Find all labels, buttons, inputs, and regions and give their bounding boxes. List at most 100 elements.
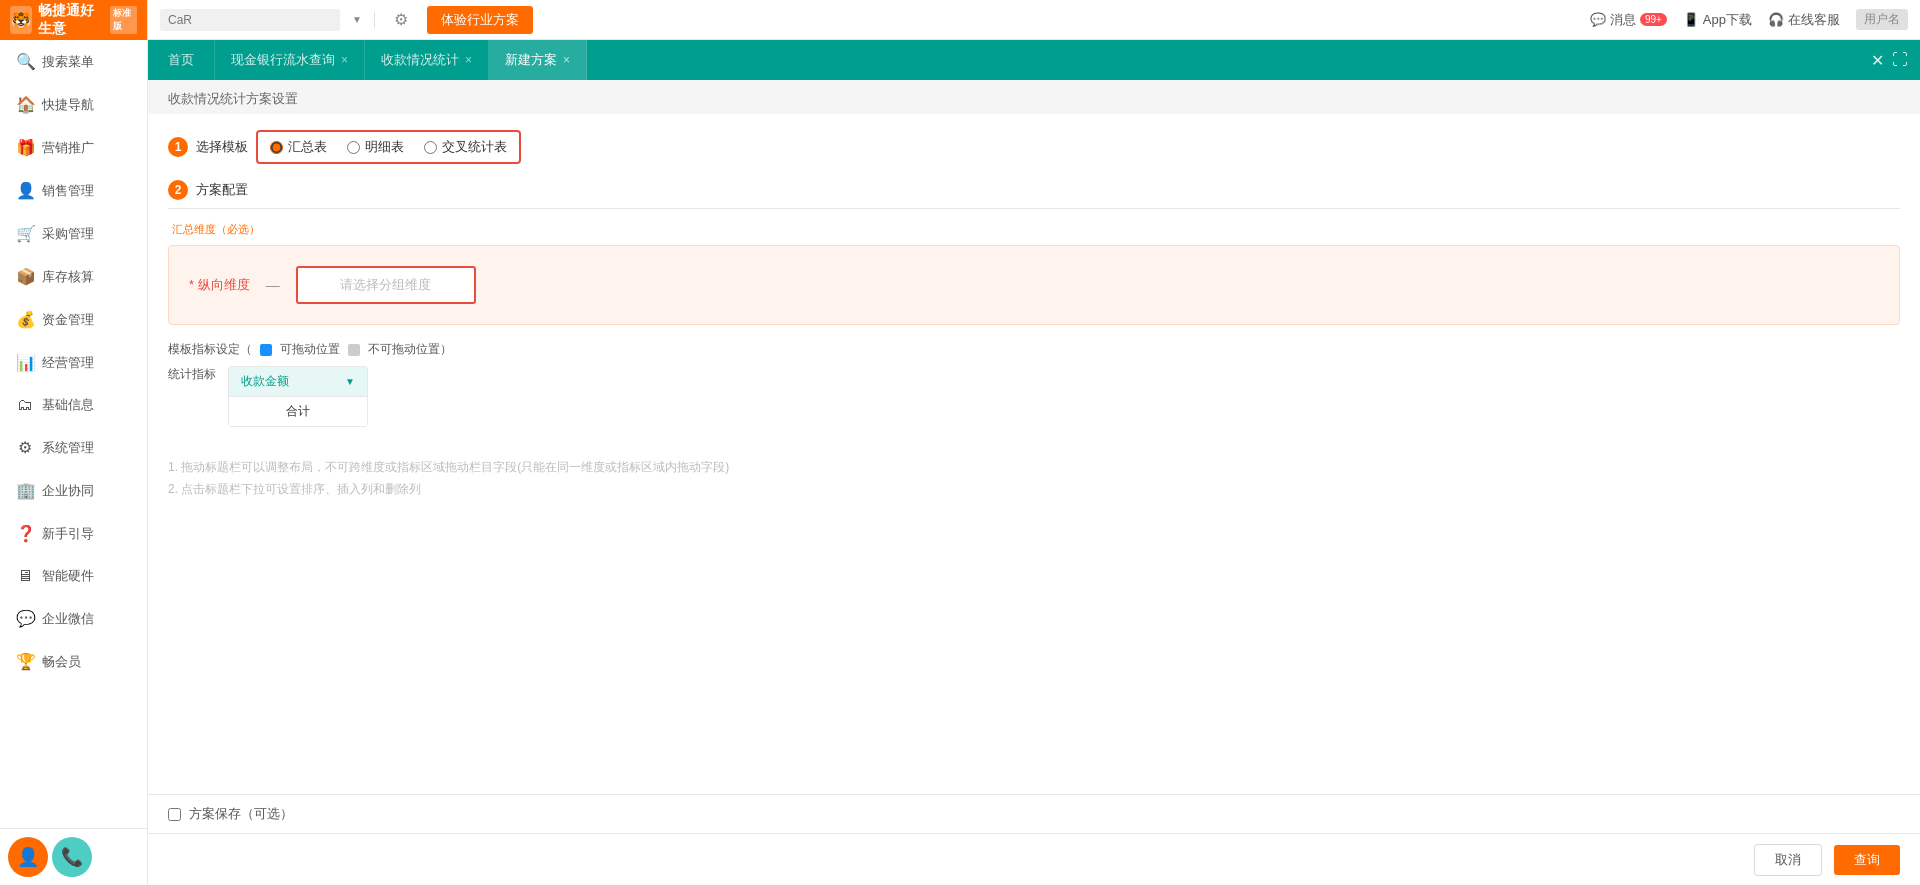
radio-cross-input[interactable] (424, 141, 437, 154)
step1-title: 选择模板 (196, 138, 248, 156)
sidebar-item-finance[interactable]: 💰 资金管理 (0, 298, 147, 341)
cart-icon: 🛒 (16, 224, 34, 243)
non-draggable-badge (348, 344, 360, 356)
sidebar-item-sales[interactable]: 👤 销售管理 (0, 169, 147, 212)
sidebar-item-newbie[interactable]: ❓ 新手引导 (0, 512, 147, 555)
chevron-down-icon[interactable]: ▼ (345, 376, 355, 387)
footer-bar: 取消 查询 (148, 833, 1920, 885)
save-label: 方案保存（可选） (189, 805, 293, 823)
chevron-down-icon[interactable]: ▼ (352, 14, 362, 25)
chart-icon: 📊 (16, 353, 34, 372)
tab-bar: 首页 现金银行流水查询 × 收款情况统计 × 新建方案 × ✕ ⛶ (148, 40, 1920, 80)
sidebar-item-system[interactable]: ⚙ 系统管理 (0, 426, 147, 469)
dimension-config-block: 汇总维度（必选） * 纵向维度 — 请选择分组维度 (168, 221, 1900, 325)
service-item[interactable]: 🎧 在线客服 (1768, 11, 1840, 29)
indicator-tables: 统计指标 收款金额 ▼ 合计 (168, 366, 1900, 427)
chat-icon: 💬 (16, 609, 34, 628)
trial-button[interactable]: 体验行业方案 (427, 6, 533, 34)
sidebar-item-quick-nav[interactable]: 🏠 快捷导航 (0, 83, 147, 126)
tab-collection-stat-label: 收款情况统计 (381, 51, 459, 69)
radio-summary[interactable]: 汇总表 (270, 138, 327, 156)
question-icon: ❓ (16, 524, 34, 543)
tab-home[interactable]: 首页 (148, 40, 215, 80)
notification-item[interactable]: 💬 消息 99+ (1590, 11, 1667, 29)
sidebar-item-label: 畅会员 (42, 653, 81, 671)
download-item[interactable]: 📱 App下载 (1683, 11, 1752, 29)
cancel-button[interactable]: 取消 (1754, 844, 1822, 876)
radio-detail[interactable]: 明细表 (347, 138, 404, 156)
money-icon: 💰 (16, 310, 34, 329)
sidebar-item-label: 采购管理 (42, 225, 94, 243)
indicator-section-title: 模板指标设定（ (168, 341, 252, 358)
sidebar-bottom-icon1[interactable]: 👤 (8, 837, 48, 877)
notification-label: 消息 (1610, 11, 1636, 29)
service-icon: 🎧 (1768, 12, 1784, 27)
radio-cross-label: 交叉统计表 (442, 138, 507, 156)
content-area: 收款情况统计方案设置 1 选择模板 汇总表 明细表 (148, 80, 1920, 885)
indicator-table: 收款金额 ▼ 合计 (228, 366, 368, 427)
sidebar-item-search-menu[interactable]: 🔍 搜索菜单 (0, 40, 147, 83)
dimension-select-box[interactable]: 请选择分组维度 (296, 266, 476, 304)
folder-icon: 🗂 (16, 396, 34, 414)
sidebar-item-label: 营销推广 (42, 139, 94, 157)
step1-section: 1 选择模板 汇总表 明细表 交叉统计表 (168, 130, 1900, 164)
breadcrumb: 收款情况统计方案设置 (168, 91, 298, 106)
sidebar-bottom-icon2[interactable]: 📞 (52, 837, 92, 877)
sidebar-item-label: 快捷导航 (42, 96, 94, 114)
step2-header: 2 方案配置 (168, 180, 1900, 209)
sidebar-item-purchase[interactable]: 🛒 采购管理 (0, 212, 147, 255)
stat-indicator-text: 统计指标 (168, 367, 216, 381)
tab-close-all-icon[interactable]: ✕ (1871, 51, 1884, 70)
tab-new-plan[interactable]: 新建方案 × (489, 40, 587, 80)
sidebar-item-member[interactable]: 🏆 畅会员 (0, 640, 147, 683)
box-icon: 📦 (16, 267, 34, 286)
tips-item-1: 1. 拖动标题栏可以调整布局，不可跨维度或指标区域拖动栏目字段(只能在同一维度或… (168, 457, 1900, 479)
radio-detail-label: 明细表 (365, 138, 404, 156)
tab-collection-stat[interactable]: 收款情况统计 × (365, 40, 489, 80)
radio-summary-input[interactable] (270, 141, 283, 154)
draggable-label: 可拖动位置 (280, 341, 340, 358)
sidebar-item-label: 新手引导 (42, 525, 94, 543)
search-menu-icon: 🔍 (16, 52, 34, 71)
user-avatar[interactable]: 用户名 (1856, 9, 1908, 30)
indicator-stat-label: 统计指标 (168, 366, 216, 427)
radio-detail-input[interactable] (347, 141, 360, 154)
indicator-header: 模板指标设定（ 可拖动位置 不可拖动位置） (168, 341, 1900, 358)
sidebar-item-inventory[interactable]: 📦 库存核算 (0, 255, 147, 298)
sidebar-item-management[interactable]: 📊 经营管理 (0, 341, 147, 384)
sidebar-item-wechat[interactable]: 💬 企业微信 (0, 597, 147, 640)
sidebar-item-basic-info[interactable]: 🗂 基础信息 (0, 384, 147, 426)
tab-new-plan-label: 新建方案 (505, 51, 557, 69)
query-button[interactable]: 查询 (1834, 845, 1900, 875)
tab-bank-flow-label: 现金银行流水查询 (231, 51, 335, 69)
radio-summary-label: 汇总表 (288, 138, 327, 156)
logo-tag: 标准版 (110, 6, 137, 34)
sidebar-bottom: 👤 📞 (0, 828, 147, 885)
tab-new-plan-close[interactable]: × (563, 53, 570, 67)
save-checkbox[interactable] (168, 808, 181, 821)
sidebar-item-label: 库存核算 (42, 268, 94, 286)
gear-icon[interactable]: ⚙ (387, 6, 415, 34)
sidebar-item-label: 销售管理 (42, 182, 94, 200)
sidebar-item-label: 搜索菜单 (42, 53, 94, 71)
trophy-icon: 🏆 (16, 652, 34, 671)
tips-area: 1. 拖动标题栏可以调整布局，不可跨维度或指标区域拖动栏目字段(只能在同一维度或… (168, 447, 1900, 510)
tab-maximize-icon[interactable]: ⛶ (1892, 51, 1908, 69)
sidebar-item-marketing[interactable]: 🎁 营销推广 (0, 126, 147, 169)
arrow-icon: — (266, 277, 280, 293)
sidebar-item-enterprise[interactable]: 🏢 企业协同 (0, 469, 147, 512)
tab-bank-flow[interactable]: 现金银行流水查询 × (215, 40, 365, 80)
template-radio-group: 汇总表 明细表 交叉统计表 (256, 130, 521, 164)
sidebar-item-label: 企业微信 (42, 610, 94, 628)
user-icon: 👤 (16, 181, 34, 200)
tab-bank-flow-close[interactable]: × (341, 53, 348, 67)
radio-cross[interactable]: 交叉统计表 (424, 138, 507, 156)
home-icon: 🏠 (16, 95, 34, 114)
sidebar-item-label: 企业协同 (42, 482, 94, 500)
step1-number: 1 (168, 137, 188, 157)
search-input[interactable] (160, 9, 340, 31)
save-section: 方案保存（可选） (148, 794, 1920, 833)
sidebar-item-hardware[interactable]: 🖥 智能硬件 (0, 555, 147, 597)
step1-header: 1 选择模板 汇总表 明细表 交叉统计表 (168, 130, 1900, 164)
tab-collection-stat-close[interactable]: × (465, 53, 472, 67)
